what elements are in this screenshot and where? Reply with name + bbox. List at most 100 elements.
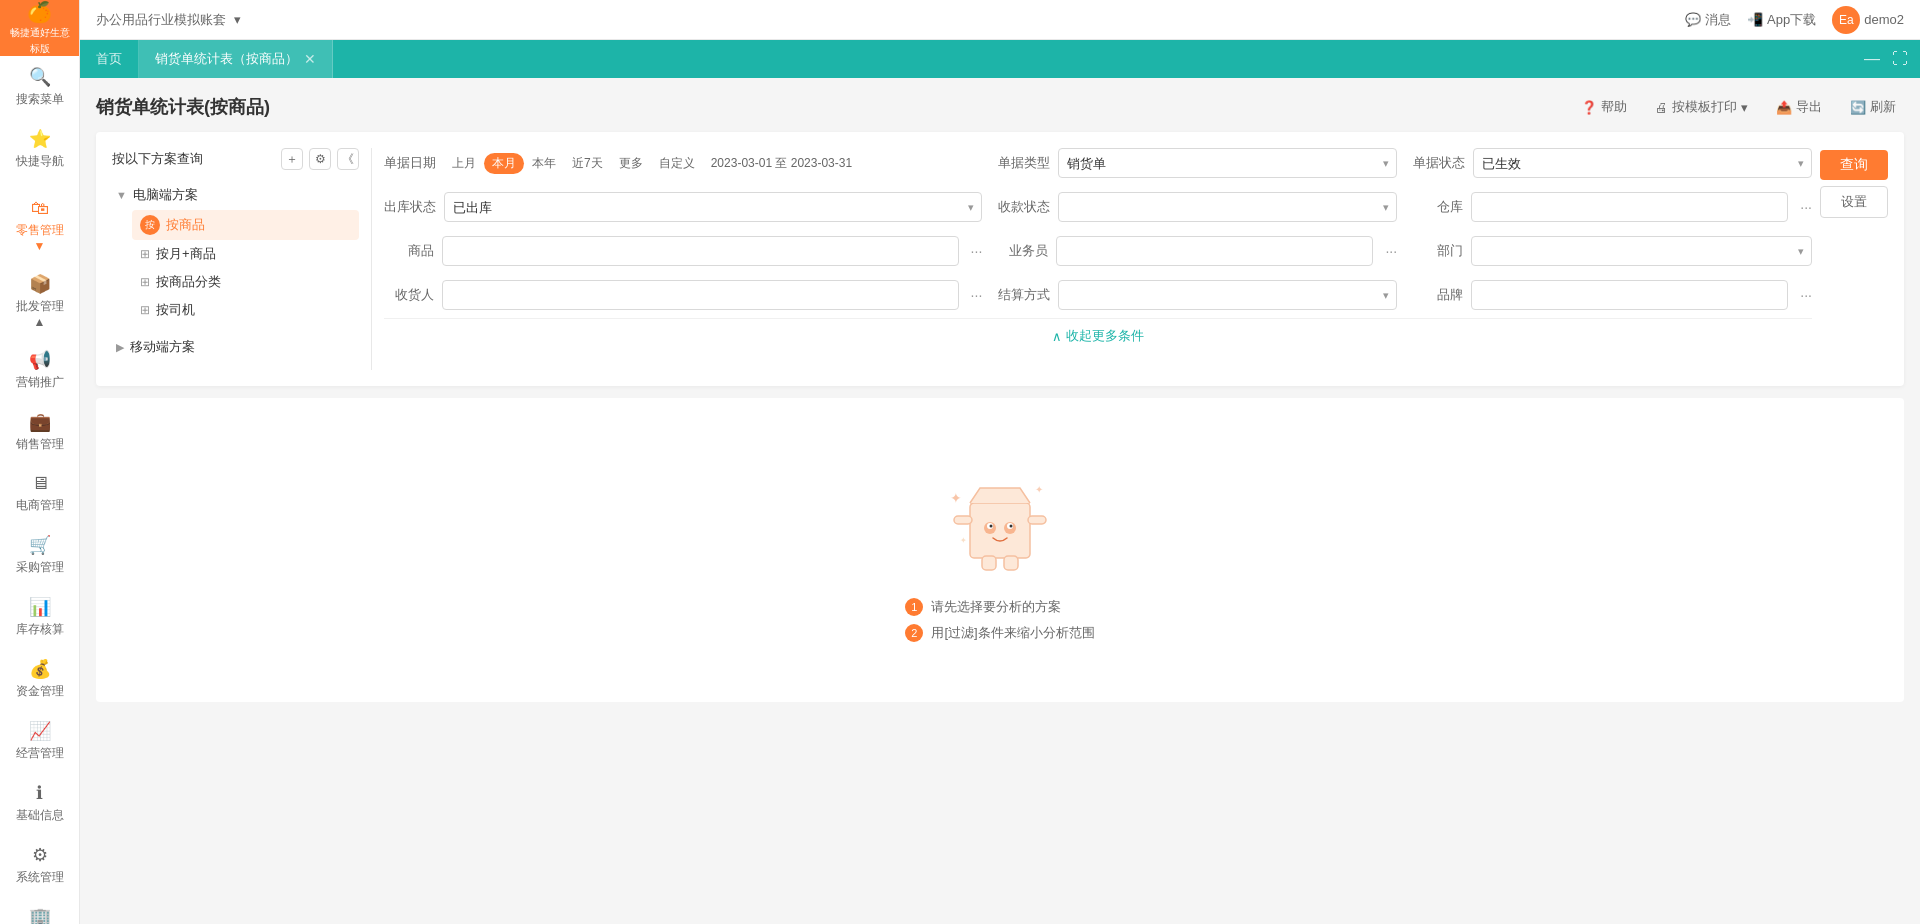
- refresh-btn[interactable]: 🔄 刷新: [1842, 94, 1904, 120]
- tab-minimize-btn[interactable]: —: [1864, 50, 1880, 68]
- tip-num-1: 1: [905, 598, 923, 616]
- filter-row-4: 收货人 ··· 结算方式: [384, 280, 1812, 310]
- filter-field-receipt-status: 收款状态: [998, 192, 1397, 222]
- tree-child-by-category[interactable]: ⊞ 按商品分类: [132, 268, 359, 296]
- help-btn[interactable]: ❓ 帮助: [1573, 94, 1635, 120]
- template-print-btn[interactable]: 🖨 按模板打印 ▾: [1647, 94, 1756, 120]
- tree-parent-mobile-label: 移动端方案: [130, 338, 195, 356]
- sidebar-item-enterprise[interactable]: 🏢 企业协同: [0, 896, 79, 924]
- sidebar-item-basic[interactable]: ℹ 基础信息: [0, 772, 79, 834]
- sidebar-item-wholesale[interactable]: 📦 批发管理 ▲: [0, 263, 79, 339]
- retail-icon: 🛍: [31, 198, 49, 219]
- out-status-select[interactable]: 已出库: [444, 192, 982, 222]
- date-pick-more[interactable]: 更多: [611, 153, 651, 174]
- consignee-input[interactable]: [442, 280, 959, 310]
- date-filter-wrapper: 上月 本月 本年 近7天 更多 自定义 2: [444, 153, 982, 174]
- date-pick-year[interactable]: 本年: [524, 153, 564, 174]
- add-scheme-btn[interactable]: ＋: [281, 148, 303, 170]
- consignee-dots-btn[interactable]: ···: [971, 287, 983, 303]
- user-menu[interactable]: Ea demo2: [1832, 6, 1904, 34]
- receipt-status-select[interactable]: [1058, 192, 1397, 222]
- tab-home[interactable]: 首页: [80, 40, 139, 78]
- tree-parent-desktop[interactable]: ▼ 电脑端方案: [112, 180, 359, 210]
- date-pick-custom[interactable]: 自定义: [651, 153, 703, 174]
- purchase-icon: 🛒: [29, 534, 51, 556]
- sidebar-item-search[interactable]: 🔍 搜索菜单: [0, 56, 79, 118]
- by-month-goods-label: 按月+商品: [156, 245, 216, 263]
- settings-btn-label: 设置: [1841, 194, 1867, 209]
- sidebar-item-finance-label: 资金管理: [16, 683, 64, 700]
- tab-bar: 首页 销货单统计表（按商品） ✕ — ⛶: [80, 40, 1920, 78]
- date-pick-current-month[interactable]: 本月: [484, 153, 524, 174]
- app-download-btn[interactable]: 📲 App下载: [1747, 11, 1816, 29]
- doc-status-select[interactable]: 已生效: [1473, 148, 1812, 178]
- svg-text:✦: ✦: [950, 490, 962, 506]
- tab-sales-stat[interactable]: 销货单统计表（按商品） ✕: [139, 40, 333, 78]
- warehouse-dots-btn[interactable]: ···: [1800, 199, 1812, 215]
- tree-child-by-month-goods[interactable]: ⊞ 按月+商品: [132, 240, 359, 268]
- department-label: 部门: [1413, 242, 1463, 260]
- tree-child-by-goods[interactable]: 按 按商品: [132, 210, 359, 240]
- query-btn[interactable]: 查询: [1820, 150, 1888, 180]
- brand-input-wrapper: [1471, 280, 1788, 310]
- sidebar-item-ecommerce[interactable]: 🖥 电商管理: [0, 463, 79, 524]
- sidebar-item-purchase[interactable]: 🛒 采购管理: [0, 524, 79, 586]
- tab-maximize-btn[interactable]: ⛶: [1892, 50, 1908, 68]
- tip-text-2: 用[过滤]条件来缩小分析范围: [931, 624, 1094, 642]
- date-pick-7days[interactable]: 近7天: [564, 153, 611, 174]
- filter-field-consignee: 收货人 ···: [384, 280, 982, 310]
- settlement-select[interactable]: [1058, 280, 1397, 310]
- date-quick-picks: 上月 本月 本年 近7天 更多 自定义: [444, 153, 703, 174]
- tree-parent-mobile[interactable]: ▶ 移动端方案: [112, 332, 359, 362]
- warehouse-input[interactable]: [1471, 192, 1788, 222]
- collapse-bar[interactable]: ∧ 收起更多条件: [384, 318, 1812, 353]
- tree-parent-desktop-label: 电脑端方案: [133, 186, 198, 204]
- goods-input[interactable]: [442, 236, 959, 266]
- export-btn[interactable]: 📤 导出: [1768, 94, 1830, 120]
- salesperson-dots-btn[interactable]: ···: [1385, 243, 1397, 259]
- sidebar-item-operations[interactable]: 📈 经营管理: [0, 710, 79, 772]
- goods-dots-btn[interactable]: ···: [971, 243, 983, 259]
- sidebar-item-marketing-label: 营销推广: [16, 374, 64, 391]
- sidebar-item-inventory[interactable]: 📊 库存核算: [0, 586, 79, 648]
- sidebar-item-operations-label: 经营管理: [16, 745, 64, 762]
- sidebar-item-retail[interactable]: 🛍 零售管理 ▼: [0, 188, 79, 263]
- filter-field-goods: 商品 ···: [384, 236, 982, 266]
- help-icon: ❓: [1581, 100, 1597, 115]
- search-menu-icon: 🔍: [29, 66, 51, 88]
- sidebar-item-wholesale-label: 批发管理: [16, 298, 64, 315]
- filter-field-warehouse: 仓库 ···: [1413, 192, 1812, 222]
- empty-tip-2: 2 用[过滤]条件来缩小分析范围: [905, 624, 1094, 642]
- breadcrumb-arrow: ▾: [234, 12, 241, 27]
- brand-dots-btn[interactable]: ···: [1800, 287, 1812, 303]
- sidebar-item-marketing[interactable]: 📢 营销推广: [0, 339, 79, 401]
- out-status-select-wrapper: 已出库: [444, 192, 982, 222]
- empty-illustration: ✦ ✦ ✦: [940, 458, 1060, 578]
- settings-btn[interactable]: 设置: [1820, 186, 1888, 218]
- logo-icon: 🍊: [27, 0, 52, 24]
- doc-status-select-wrapper: 已生效: [1473, 148, 1812, 178]
- out-status-label: 出库状态: [384, 198, 436, 216]
- salesperson-input[interactable]: [1056, 236, 1373, 266]
- collapse-panel-btn[interactable]: 《: [337, 148, 359, 170]
- by-goods-icon: 按: [140, 215, 160, 235]
- settings-scheme-btn[interactable]: ⚙: [309, 148, 331, 170]
- message-label: 消息: [1705, 11, 1731, 29]
- sidebar-item-quick-nav[interactable]: ⭐ 快捷导航: [0, 118, 79, 180]
- sidebar-item-basic-label: 基础信息: [16, 807, 64, 824]
- tab-close-icon[interactable]: ✕: [304, 51, 316, 67]
- svg-rect-8: [1028, 516, 1046, 524]
- department-select[interactable]: [1471, 236, 1812, 266]
- doc-type-select[interactable]: 销货单: [1058, 148, 1397, 178]
- sidebar-item-finance[interactable]: 💰 资金管理: [0, 648, 79, 710]
- page-title: 销货单统计表(按商品): [96, 95, 270, 119]
- receipt-status-select-wrapper: [1058, 192, 1397, 222]
- message-btn[interactable]: 💬 消息: [1685, 11, 1731, 29]
- tree-child-by-driver[interactable]: ⊞ 按司机: [132, 296, 359, 324]
- panel-header-title: 按以下方案查询: [112, 150, 203, 168]
- date-pick-last-month[interactable]: 上月: [444, 153, 484, 174]
- sidebar-item-system[interactable]: ⚙ 系统管理: [0, 834, 79, 896]
- brand-input[interactable]: [1471, 280, 1788, 310]
- sidebar-item-sales[interactable]: 💼 销售管理: [0, 401, 79, 463]
- by-month-grid-icon: ⊞: [140, 247, 150, 261]
